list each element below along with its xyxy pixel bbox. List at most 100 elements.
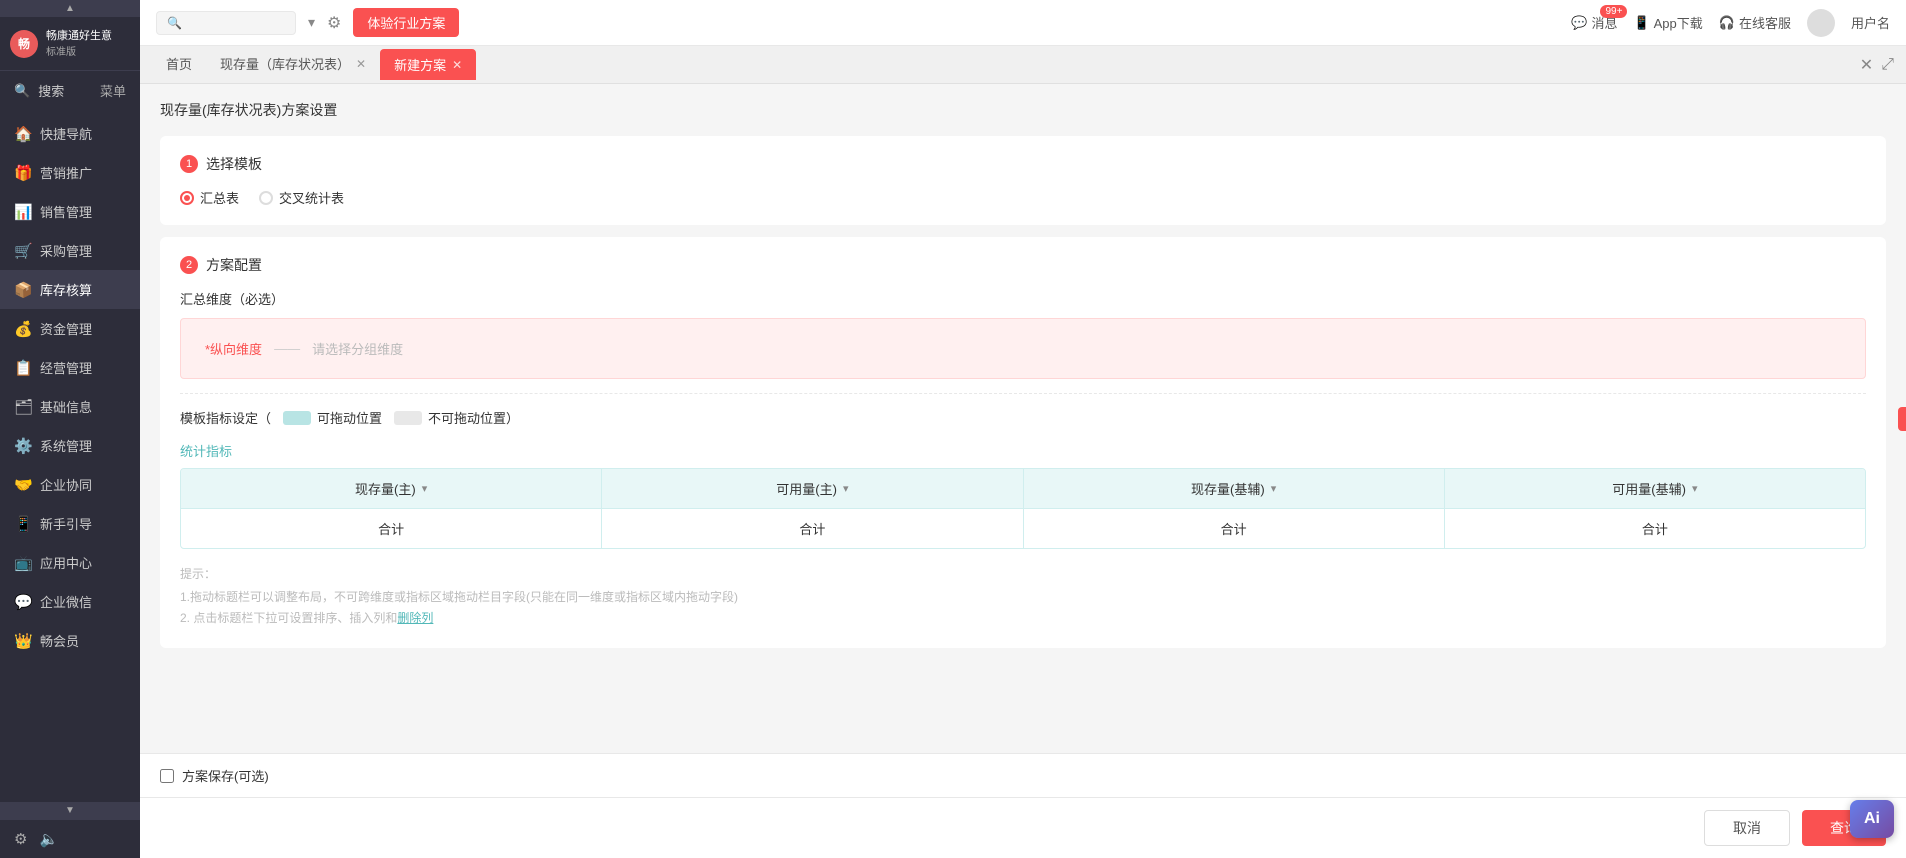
- sidebar-item-basic[interactable]: 🗂 基础信息: [0, 387, 140, 426]
- topbar-settings-icon[interactable]: ⚙: [327, 13, 341, 33]
- section1-number: 1: [180, 155, 198, 173]
- tab-inventory-close[interactable]: ✕: [356, 57, 366, 71]
- home-icon: 🏠: [14, 125, 32, 143]
- stats-col-4-body: 合计: [1445, 508, 1865, 548]
- tab-new-plan-label: 新建方案: [394, 55, 446, 74]
- topbar-msg-badge: 99+: [1600, 5, 1627, 18]
- topbar-dropdown-icon[interactable]: ▾: [308, 14, 315, 31]
- delete-column-link[interactable]: 删除列: [397, 611, 433, 625]
- sidebar-item-marketing[interactable]: 🎁 营销推广: [0, 153, 140, 192]
- radio-summary[interactable]: 汇总表: [180, 188, 239, 207]
- handshake-icon: 🤝: [14, 476, 32, 494]
- section1-header: 1 选择模板: [180, 154, 1866, 174]
- save-checkbox[interactable]: [160, 769, 174, 783]
- mobile-icon: 📱: [14, 515, 32, 533]
- sidebar-item-finance[interactable]: 💰 资金管理: [0, 309, 140, 348]
- ai-badge[interactable]: Ai: [1850, 800, 1894, 838]
- sidebar-item-wechat[interactable]: 💬 企业微信: [0, 582, 140, 621]
- draggable-indicator-box: [283, 411, 311, 425]
- page-title: 现存量(库存状况表)方案设置: [160, 100, 1886, 120]
- radio-summary-label: 汇总表: [200, 188, 239, 207]
- stats-col-3-body: 合计: [1024, 508, 1445, 548]
- template-indicators-prefix: 模板指标设定（: [180, 408, 271, 427]
- gift-icon: 🎁: [14, 164, 32, 182]
- box-icon: 📦: [14, 281, 32, 299]
- tab-inventory-status[interactable]: 现存量（库存状况表） ✕: [206, 46, 380, 83]
- footer: 取消 查询: [140, 797, 1906, 858]
- topbar-service[interactable]: 🎧 在线客服: [1719, 13, 1791, 32]
- sidebar-item-operation[interactable]: 📋 经营管理: [0, 348, 140, 387]
- topbar-search-box[interactable]: 🔍: [156, 11, 296, 35]
- radio-crosstab-label: 交叉统计表: [279, 188, 344, 207]
- window-expand-btn[interactable]: ⤢: [1881, 56, 1894, 74]
- sidebar-item-member[interactable]: 👑 畅会员: [0, 621, 140, 660]
- stats-col-3-label: 现存量(基辅): [1191, 479, 1265, 498]
- sidebar-logo-icon: 畅: [10, 30, 38, 58]
- topbar-search-icon: 🔍: [167, 16, 182, 30]
- system-icon: ⚙️: [14, 437, 32, 455]
- tv-icon: 📺: [14, 554, 32, 572]
- sidebar-item-label: 基础信息: [40, 397, 92, 416]
- sidebar-item-quick-nav[interactable]: 🏠 快捷导航: [0, 114, 140, 153]
- stats-col-2-header[interactable]: 可用量(主) ▾: [602, 469, 1023, 508]
- sidebar-item-newbie[interactable]: 📱 新手引导: [0, 504, 140, 543]
- sidebar-search-label: 搜索: [38, 81, 64, 100]
- radio-crosstab[interactable]: 交叉统计表: [259, 188, 344, 207]
- vertical-dimension-label: *纵向维度: [205, 339, 262, 358]
- window-close-btn[interactable]: ✕: [1860, 55, 1873, 75]
- stats-col-1-label: 现存量(主): [355, 479, 416, 498]
- sidebar-search[interactable]: 🔍 搜索 菜单: [0, 71, 140, 110]
- radio-crosstab-dot: [259, 191, 273, 205]
- tab-new-plan[interactable]: 新建方案 ✕: [380, 49, 476, 80]
- topbar-msg[interactable]: 💬 消息 99+: [1571, 13, 1617, 32]
- stats-col-4-header[interactable]: 可用量(基辅) ▾: [1445, 469, 1865, 508]
- sidebar-item-label: 销售管理: [40, 202, 92, 221]
- sidebar-item-cooperation[interactable]: 🤝 企业协同: [0, 465, 140, 504]
- sidebar-scroll-down[interactable]: ▼: [0, 802, 140, 819]
- sidebar-item-purchase[interactable]: 🛒 采购管理: [0, 231, 140, 270]
- right-panel-hint[interactable]: [1898, 407, 1906, 431]
- sidebar-item-sales[interactable]: 📊 销售管理: [0, 192, 140, 231]
- sidebar-item-label: 企业微信: [40, 592, 92, 611]
- save-label: 方案保存(可选): [182, 766, 269, 785]
- stats-table: 现存量(主) ▾ 可用量(主) ▾ 现存量(基辅) ▾ 可用量(基辅) ▾: [180, 468, 1866, 549]
- sidebar-scroll-up[interactable]: ▲: [0, 0, 140, 17]
- stats-col-2-body: 合计: [602, 508, 1023, 548]
- sidebar-item-system[interactable]: ⚙️ 系统管理: [0, 426, 140, 465]
- chevron-down-icon-3: ▾: [1271, 482, 1277, 495]
- crown-icon: 👑: [14, 632, 32, 650]
- volume-icon[interactable]: 🔈: [39, 830, 58, 848]
- sidebar-item-appstore[interactable]: 📺 应用中心: [0, 543, 140, 582]
- cancel-button[interactable]: 取消: [1704, 810, 1790, 846]
- indicator-draggable: 可拖动位置: [283, 408, 382, 427]
- settings-icon[interactable]: ⚙: [14, 830, 27, 848]
- stats-table-body: 合计 合计 合计 合计: [181, 508, 1865, 548]
- tips-box: 提示： 1.拖动标题栏可以调整布局，不可跨维度或指标区域拖动栏目字段(只能在同一…: [180, 565, 1866, 626]
- tab-new-plan-close[interactable]: ✕: [452, 58, 462, 72]
- stats-col-3-header[interactable]: 现存量(基辅) ▾: [1024, 469, 1445, 508]
- draggable-label: 可拖动位置: [317, 408, 382, 427]
- topbar-service-label: 在线客服: [1739, 13, 1791, 32]
- window-controls: ✕ ⤢: [1860, 55, 1894, 75]
- indicators-row: 模板指标设定（ 可拖动位置 不可拖动位置）: [180, 408, 1866, 427]
- indicator-non-draggable: 不可拖动位置）: [394, 408, 519, 427]
- money-icon: 💰: [14, 320, 32, 338]
- topbar-right: 💬 消息 99+ 📱 App下载 🎧 在线客服 用户名: [1571, 9, 1890, 37]
- clipboard-icon: 📋: [14, 359, 32, 377]
- topbar-avatar: [1807, 9, 1835, 37]
- sidebar-item-label: 经营管理: [40, 358, 92, 377]
- chart-icon: 📊: [14, 203, 32, 221]
- radio-summary-dot: [180, 191, 194, 205]
- trial-btn[interactable]: 体验行业方案: [353, 8, 459, 37]
- sidebar-item-label: 库存核算: [40, 280, 92, 299]
- stats-col-3-value: 合计: [1221, 519, 1247, 538]
- topbar-app-download[interactable]: 📱 App下载: [1633, 13, 1702, 32]
- vertical-dimension-placeholder[interactable]: 请选择分组维度: [312, 339, 403, 358]
- sidebar-item-inventory[interactable]: 📦 库存核算: [0, 270, 140, 309]
- stats-col-4-value: 合计: [1642, 519, 1668, 538]
- summary-dimension-label: 汇总维度（必选）: [180, 289, 1866, 308]
- tips-item-1: 1.拖动标题栏可以调整布局，不可跨维度或指标区域拖动栏目字段(只能在同一维度或指…: [180, 588, 1866, 605]
- tab-home[interactable]: 首页: [152, 46, 206, 83]
- stats-col-1-header[interactable]: 现存量(主) ▾: [181, 469, 602, 508]
- stats-col-1-body: 合计: [181, 508, 602, 548]
